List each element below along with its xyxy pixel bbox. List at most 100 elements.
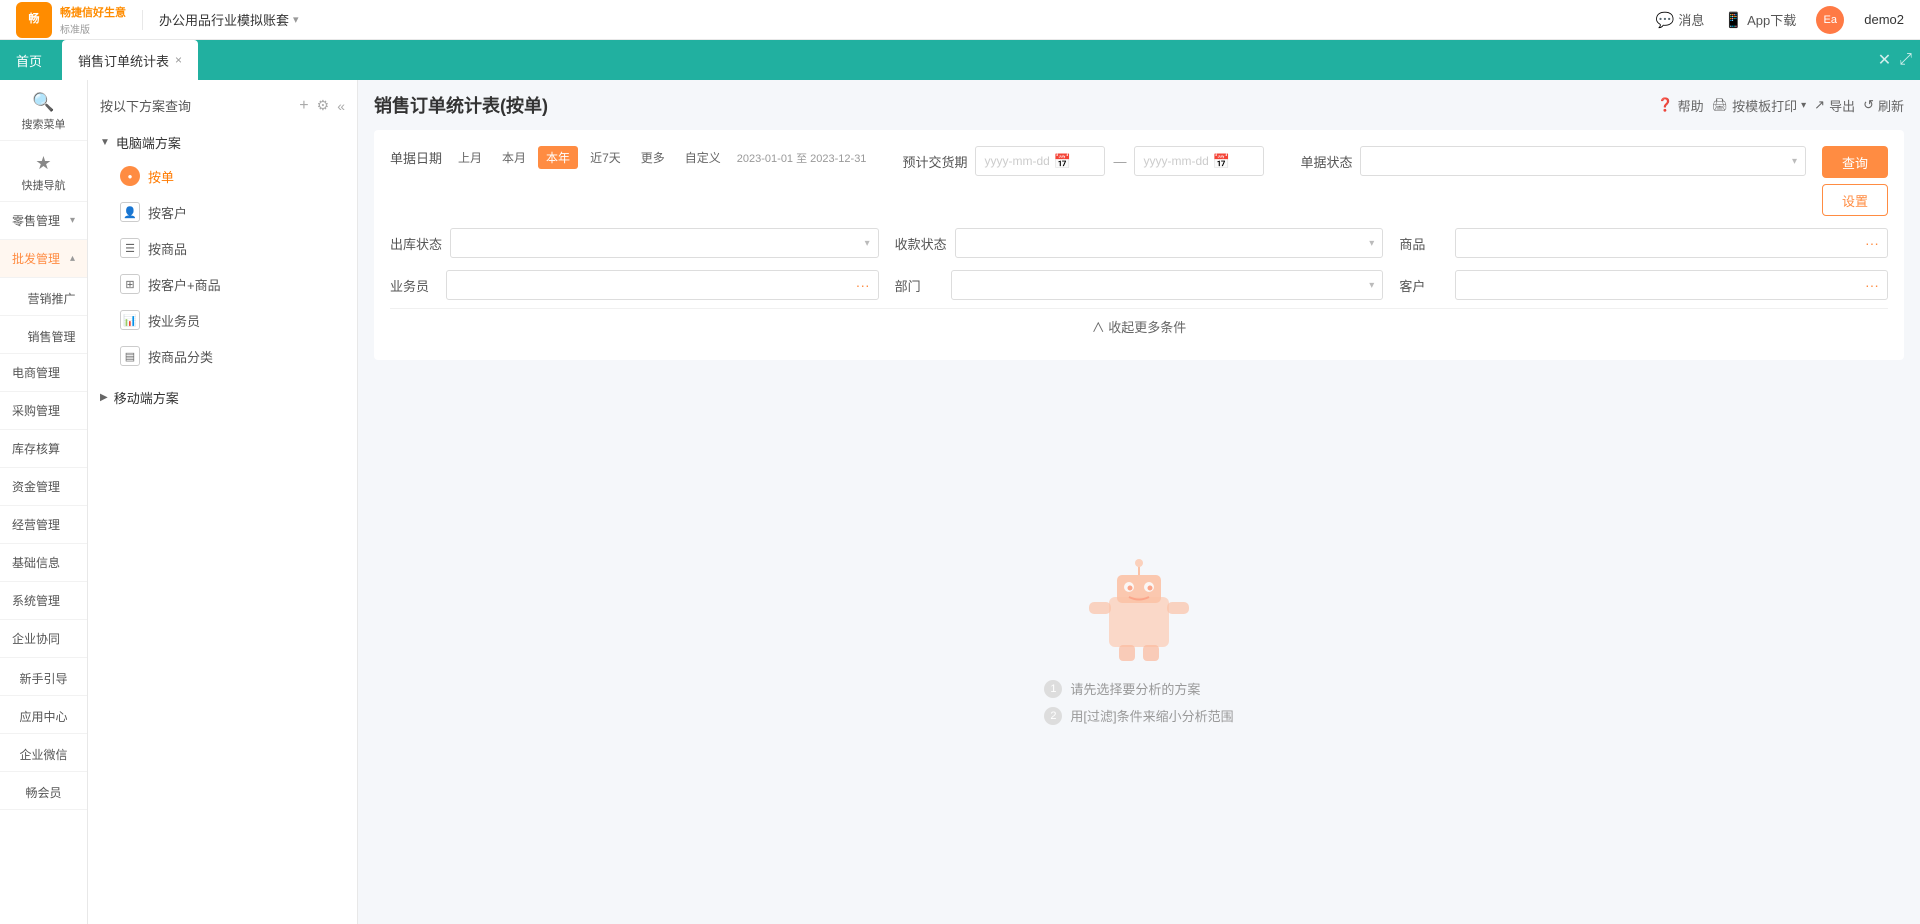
mobile-schemes: ▶ 移动端方案 [88, 378, 357, 417]
sidebar-item-wholesale[interactable]: 批发管理 ▴ [0, 240, 87, 278]
empty-illustration [1079, 547, 1199, 667]
status-label: 单据状态 [1300, 152, 1352, 171]
settings-btn[interactable]: 设置 [1822, 184, 1888, 216]
mobile-scheme-header[interactable]: ▶ 移动端方案 [88, 382, 357, 413]
scheme-item-by-category[interactable]: ▤ 按商品分类 [88, 338, 357, 374]
page-header: 销售订单统计表(按单) ❓ 帮助 🖨 按模板打印 ▾ ↗ 导出 [374, 92, 1904, 118]
dept-select[interactable]: ▾ [951, 270, 1384, 300]
export-icon: ↗ [1814, 97, 1825, 113]
sidebar-item-marketing[interactable]: 营销推广 [0, 278, 87, 316]
date-more[interactable]: 更多 [633, 146, 673, 169]
user-avatar[interactable]: Ea [1816, 6, 1844, 34]
refresh-btn[interactable]: ↺ 刷新 [1863, 96, 1904, 115]
sidebar-item-corpwechat[interactable]: 企业微信 [0, 734, 87, 772]
scheme-item-by-order[interactable]: ● 按单 [88, 158, 357, 194]
filter-section: 单据日期 上月 本月 本年 近7天 更多 自定义 2023-01-01 至 20… [374, 130, 1904, 360]
pay-status-label: 收款状态 [895, 234, 947, 253]
date-label: 单据日期 [390, 148, 442, 167]
ship-status-select[interactable]: ▾ [450, 228, 879, 258]
salesman-select[interactable]: ··· [446, 270, 879, 300]
scheme-icon-category: ▤ [120, 346, 140, 366]
tab-sales-order-stats[interactable]: 销售订单统计表 × [62, 40, 198, 80]
calendar-icon-start: 📅 [1054, 153, 1071, 170]
app-download-btn[interactable]: 📱 App下载 [1724, 10, 1796, 29]
btn-group: 查询 设置 [1822, 146, 1888, 216]
status-select[interactable]: ▾ [1360, 146, 1806, 176]
desktop-scheme-header[interactable]: ▼ 电脑端方案 [88, 127, 357, 158]
status-dropdown-icon: ▾ [1792, 156, 1797, 167]
ship-status-dropdown-icon: ▾ [865, 238, 870, 249]
sidebar-item-inventory[interactable]: 库存核算 [0, 430, 87, 468]
expected-date-start[interactable]: yyyy-mm-dd 📅 [975, 146, 1105, 176]
tip-num-1: 1 [1044, 680, 1062, 698]
message-icon: 💬 [1656, 11, 1675, 29]
scheme-item-by-goods[interactable]: ☰ 按商品 [88, 230, 357, 266]
help-icon: ❓ [1657, 97, 1673, 113]
query-btn[interactable]: 查询 [1822, 146, 1888, 178]
sidebar-item-purchase[interactable]: 采购管理 [0, 392, 87, 430]
goods-more-icon: ··· [1865, 235, 1879, 251]
date-custom[interactable]: 自定义 [677, 146, 729, 169]
empty-tip-1: 1 请先选择要分析的方案 [1044, 679, 1233, 698]
customer-select[interactable]: ··· [1455, 270, 1888, 300]
goods-select[interactable]: ··· [1455, 228, 1888, 258]
sidebar-item-finance[interactable]: 资金管理 [0, 468, 87, 506]
export-btn[interactable]: ↗ 导出 [1814, 96, 1855, 115]
scheme-icon-customer-goods: ⊞ [120, 274, 140, 294]
refresh-icon: ↺ [1863, 97, 1874, 113]
scheme-item-by-salesman[interactable]: 📊 按业务员 [88, 302, 357, 338]
chevron-up-icon: ▴ [70, 253, 75, 264]
top-bar: 畅 畅捷信好生意 标准版 办公用品行业模拟账套 ▾ 💬 消息 📱 App下载 E… [0, 0, 1920, 40]
sidebar-item-sales[interactable]: 销售管理 [0, 316, 87, 354]
sidebar-nav: 🔍 搜索菜单 ★ 快捷导航 零售管理 ▾ 批发管理 ▴ 营销推广 销售管理 电商… [0, 80, 88, 924]
page-header-actions: ❓ 帮助 🖨 按模板打印 ▾ ↗ 导出 ↺ 刷新 [1657, 96, 1904, 115]
collapse-filter-btn[interactable]: ∧ 收起更多条件 [1092, 317, 1187, 336]
tab-home[interactable]: 首页 [0, 40, 58, 80]
sidebar-item-retail[interactable]: 零售管理 ▾ [0, 202, 87, 240]
date-last-month[interactable]: 上月 [450, 146, 490, 169]
customer-label: 客户 [1399, 276, 1447, 295]
page-title: 销售订单统计表(按单) [374, 92, 548, 118]
sidebar-item-appcenter[interactable]: 应用中心 [0, 696, 87, 734]
collapse-panel-btn[interactable]: « [337, 98, 345, 114]
expected-date-end[interactable]: yyyy-mm-dd 📅 [1134, 146, 1264, 176]
sidebar-item-search[interactable]: 🔍 搜索菜单 [0, 80, 87, 141]
app-info: 畅捷信好生意 标准版 [60, 4, 126, 36]
sidebar-item-ecommerce[interactable]: 电商管理 [0, 354, 87, 392]
scheme-item-by-customer[interactable]: 👤 按客户 [88, 194, 357, 230]
customer-more-icon: ··· [1865, 277, 1879, 293]
tab-bar: 首页 销售订单统计表 × ✕ ⤢ [0, 40, 1920, 80]
sidebar-item-quicknav[interactable]: ★ 快捷导航 [0, 141, 87, 202]
sidebar-item-collab[interactable]: 企业协同 [0, 620, 87, 658]
chevron-down-icon: ▾ [70, 215, 75, 226]
tab-close-btn[interactable]: × [175, 53, 182, 67]
date-this-month[interactable]: 本月 [494, 146, 534, 169]
scheme-item-by-customer-goods[interactable]: ⊞ 按客户+商品 [88, 266, 357, 302]
date-this-year[interactable]: 本年 [538, 146, 578, 169]
sidebar-item-members[interactable]: 畅会员 [0, 772, 87, 810]
ship-status-label: 出库状态 [390, 234, 442, 253]
pay-status-select[interactable]: ▾ [955, 228, 1384, 258]
empty-tips: 1 请先选择要分析的方案 2 用[过滤]条件来缩小分析范围 [1044, 679, 1233, 725]
help-btn[interactable]: ❓ 帮助 [1657, 96, 1703, 115]
sidebar-item-system[interactable]: 系统管理 [0, 582, 87, 620]
sidebar-item-basic[interactable]: 基础信息 [0, 544, 87, 582]
settings-scheme-btn[interactable]: ⚙ [317, 97, 330, 114]
top-bar-left: 畅 畅捷信好生意 标准版 办公用品行业模拟账套 ▾ [16, 2, 299, 38]
scheme-icon-salesman: 📊 [120, 310, 140, 330]
add-scheme-btn[interactable]: + [299, 97, 308, 115]
sidebar-item-guide[interactable]: 新手引导 [0, 658, 87, 696]
scheme-icon-order: ● [120, 166, 140, 186]
tab-bar-actions: ✕ ⤢ [1878, 50, 1920, 70]
workspace-selector[interactable]: 办公用品行业模拟账套 ▾ [159, 10, 299, 29]
right-panel: 销售订单统计表(按单) ❓ 帮助 🖨 按模板打印 ▾ ↗ 导出 [358, 80, 1920, 924]
message-btn[interactable]: 💬 消息 [1656, 10, 1705, 29]
expected-date-label: 预计交货期 [902, 152, 967, 171]
window-maximize-btn[interactable]: ⤢ [1899, 51, 1912, 69]
sidebar-item-operations[interactable]: 经营管理 [0, 506, 87, 544]
top-bar-right: 💬 消息 📱 App下载 Ea demo2 [1656, 6, 1904, 34]
date-last-7days[interactable]: 近7天 [582, 146, 629, 169]
window-close-btn[interactable]: ✕ [1878, 50, 1891, 70]
app-logo: 畅 [16, 2, 52, 38]
template-print-btn[interactable]: 🖨 按模板打印 ▾ [1712, 96, 1807, 115]
